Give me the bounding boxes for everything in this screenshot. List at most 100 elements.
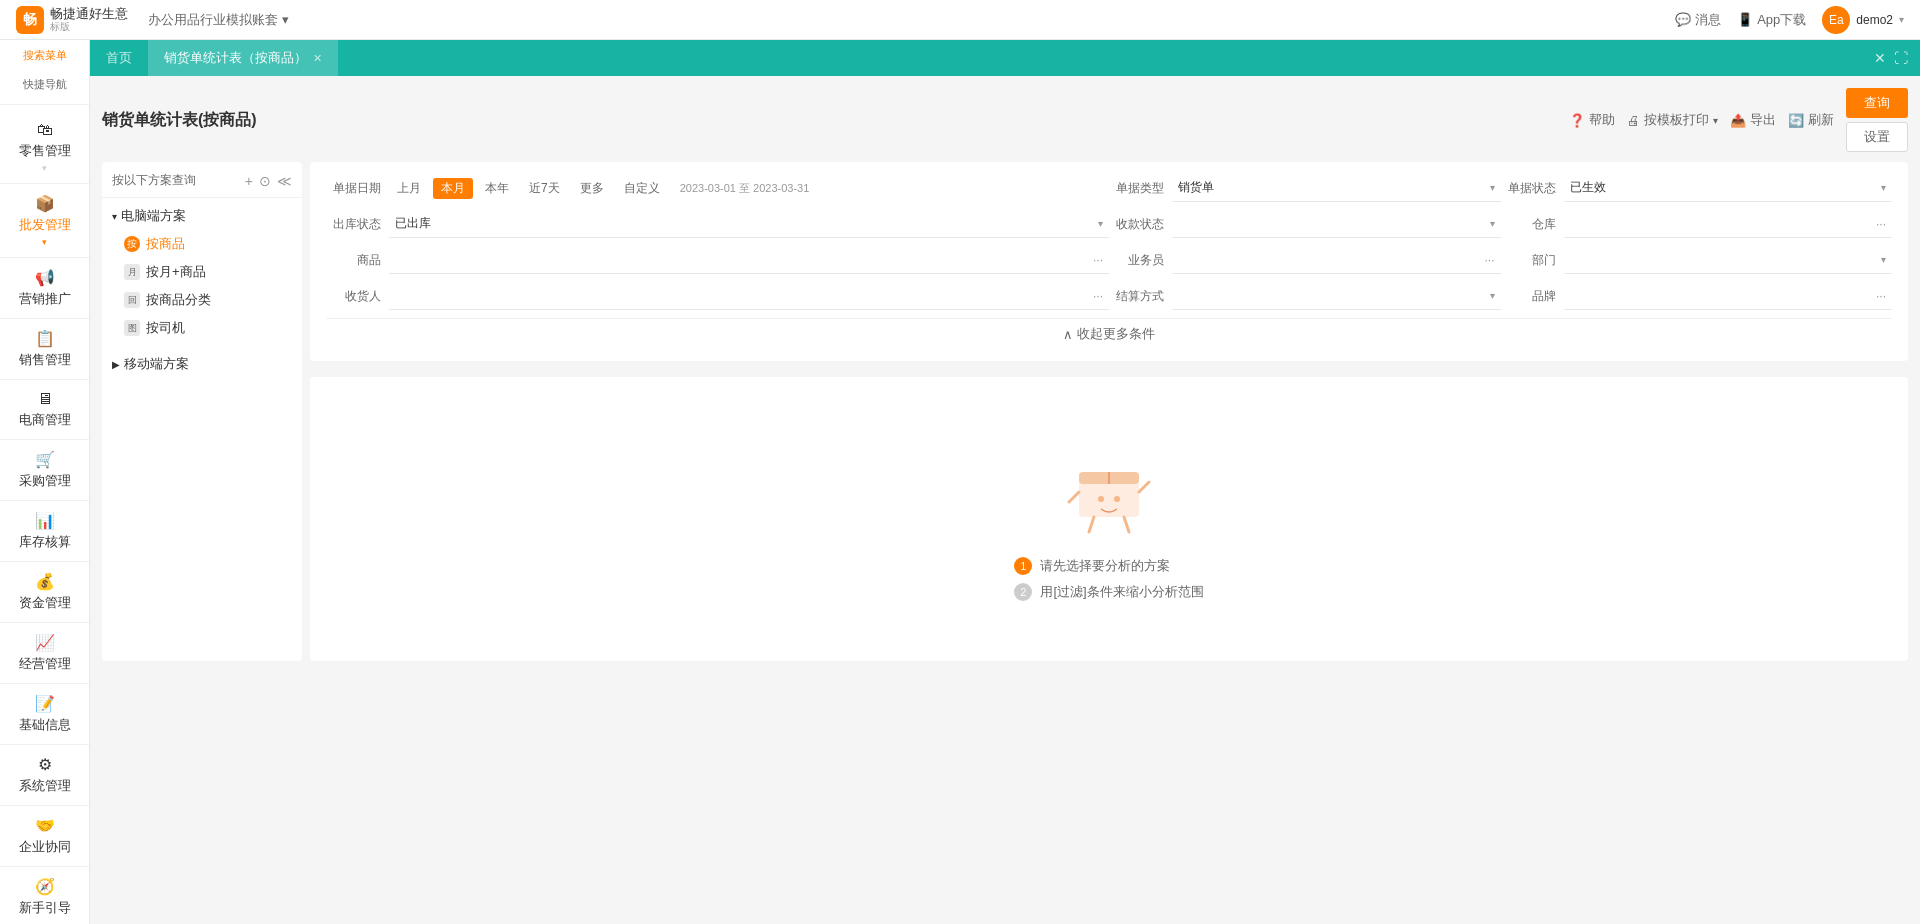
salesperson-ellipsis[interactable]: ··· [1484,253,1494,267]
date-tab-this-year[interactable]: 本年 [477,178,517,199]
tab-close-icon[interactable]: ✕ [313,52,322,65]
user-menu[interactable]: Ea demo2 ▾ [1822,6,1904,34]
tree-item-by-product[interactable]: 按 按商品 [102,230,302,258]
brand-value[interactable]: ··· [1564,282,1893,310]
out-status-value[interactable]: 已出库 ▾ [389,210,1109,238]
doc-status-value[interactable]: 已生效 ▾ [1564,174,1893,202]
sidebar-quick-nav[interactable]: 快捷导航 [0,71,89,98]
inventory-icon: 📊 [35,511,55,530]
brand-ellipsis[interactable]: ··· [1876,289,1886,303]
dept-value[interactable]: ▾ [1564,246,1893,274]
empty-tip-2-text: 用[过滤]条件来缩小分析范围 [1040,583,1203,601]
template-print-button[interactable]: 🖨 按模板打印 ▾ [1627,111,1718,129]
app-download-button[interactable]: 📱 App下载 [1737,11,1806,29]
left-panel: 按以下方案查询 + ⊙ ≪ ▾ 电脑端方案 按 [102,162,302,661]
svg-line-8 [1139,482,1149,492]
sidebar-item-basics[interactable]: 📝 基础信息 [0,684,89,745]
message-button[interactable]: 💬 消息 [1675,11,1721,29]
filter-cell-settlement: 结算方式 ▾ [1109,282,1501,310]
tree-item-by-driver[interactable]: 图 按司机 [102,314,302,342]
left-panel-title: 按以下方案查询 [112,172,196,189]
sidebar-item-marketing[interactable]: 📢 营销推广 [0,258,89,319]
sidebar-search[interactable]: 搜索菜单 [0,40,89,71]
wholesale-expand-icon: ▾ [42,237,47,247]
tree-parent-desktop[interactable]: ▾ 电脑端方案 [102,202,302,230]
collapse-filters-button[interactable]: ∧ 收起更多条件 [326,318,1892,349]
sidebar-item-guide[interactable]: 🧭 新手引导 [0,867,89,924]
sidebar: 搜索菜单 快捷导航 🛍 零售管理 ▾ 📦 批发管理 ▾ 📢 营销推广 📋 销售管… [0,40,90,924]
warehouse-label: 仓库 [1501,216,1556,233]
print-icon: 🖨 [1627,113,1640,128]
warehouse-ellipsis[interactable]: ··· [1876,217,1886,231]
filter-panel: 单据日期 上月 本月 本年 近7天 更多 自定义 2023-03-01 至 20… [310,162,1908,361]
recipient-label: 收货人 [326,288,381,305]
sidebar-item-ops[interactable]: 📈 经营管理 [0,623,89,684]
doc-type-dropdown-icon: ▾ [1490,182,1495,193]
sidebar-item-wholesale[interactable]: 📦 批发管理 ▾ [0,184,89,258]
add-scheme-icon[interactable]: + [245,173,253,189]
sidebar-item-inventory[interactable]: 📊 库存核算 [0,501,89,562]
tree-mobile-arrow: ▶ [112,359,120,370]
query-button[interactable]: 查询 [1846,88,1908,118]
date-tab-this-month[interactable]: 本月 [433,178,473,199]
export-button[interactable]: 📤 导出 [1730,111,1776,129]
recipient-value[interactable]: ··· [389,282,1109,310]
tab-sales-stat[interactable]: 销货单统计表（按商品） ✕ [148,40,338,76]
collapse-panel-icon[interactable]: ≪ [277,173,292,189]
tree-item-by-category[interactable]: 回 按商品分类 [102,286,302,314]
retail-expand-icon: ▾ [42,163,47,173]
svg-line-5 [1089,517,1094,532]
help-button[interactable]: ❓ 帮助 [1569,111,1615,129]
sidebar-item-collab[interactable]: 🤝 企业协同 [0,806,89,867]
settings-button[interactable]: 设置 [1846,122,1908,152]
filter-cell-date: 单据日期 上月 本月 本年 近7天 更多 自定义 2023-03-01 至 20… [326,178,1109,199]
sidebar-item-retail[interactable]: 🛍 零售管理 ▾ [0,111,89,184]
tree-item-by-month-product[interactable]: 月 按月+商品 [102,258,302,286]
doc-type-value[interactable]: 销货单 ▾ [1172,174,1501,202]
collect-status-value[interactable]: ▾ [1172,210,1501,238]
refresh-button[interactable]: 🔄 刷新 [1788,111,1834,129]
sidebar-item-sales[interactable]: 📋 销售管理 [0,319,89,380]
settlement-value[interactable]: ▾ [1172,282,1501,310]
settings-scheme-icon[interactable]: ⊙ [259,173,271,189]
product-ellipsis[interactable]: ··· [1093,253,1103,267]
sidebar-item-label-wholesale: 批发管理 [19,216,71,234]
settlement-dropdown-icon: ▾ [1490,290,1495,301]
avatar: Ea [1822,6,1850,34]
out-status-dropdown-icon: ▾ [1098,218,1103,229]
by-month-product-icon: 月 [124,264,140,280]
window-maximize-icon[interactable]: ⛶ [1894,50,1908,66]
by-driver-label: 按司机 [146,319,185,337]
date-tab-custom[interactable]: 自定义 [616,178,668,199]
date-tab-last-month[interactable]: 上月 [389,178,429,199]
salesperson-value[interactable]: ··· [1172,246,1501,274]
sidebar-item-system[interactable]: ⚙ 系统管理 [0,745,89,806]
workspace-selector[interactable]: 办公用品行业模拟账套 ▾ [148,11,289,29]
sidebar-item-ecommerce[interactable]: 🖥 电商管理 [0,380,89,440]
collect-status-dropdown-icon: ▾ [1490,218,1495,229]
recipient-ellipsis[interactable]: ··· [1093,289,1103,303]
tab-home[interactable]: 首页 [90,40,148,76]
svg-point-4 [1114,496,1120,502]
product-value[interactable]: ··· [389,246,1109,274]
purchase-icon: 🛒 [35,450,55,469]
right-panel: 单据日期 上月 本月 本年 近7天 更多 自定义 2023-03-01 至 20… [310,162,1908,661]
tab-bar: 首页 销货单统计表（按商品） ✕ ✕ ⛶ [90,40,1920,76]
date-tab-7days[interactable]: 近7天 [521,178,568,199]
left-panel-header: 按以下方案查询 + ⊙ ≪ [102,172,302,198]
date-tab-more[interactable]: 更多 [572,178,612,199]
doc-type-label: 单据类型 [1109,180,1164,197]
marketing-icon: 📢 [35,268,55,287]
date-range: 2023-03-01 至 2023-03-31 [680,181,810,196]
window-buttons: ✕ ⛶ [1874,50,1920,66]
tree-parent-mobile[interactable]: ▶ 移动端方案 [102,350,302,378]
window-close-icon[interactable]: ✕ [1874,50,1886,66]
message-icon: 💬 [1675,12,1691,27]
sidebar-item-purchase[interactable]: 🛒 采购管理 [0,440,89,501]
top-header: 畅 畅捷通好生意 标版 办公用品行业模拟账套 ▾ 💬 消息 📱 App下载 Ea… [0,0,1920,40]
warehouse-value[interactable]: ··· [1564,210,1893,238]
finance-icon: 💰 [35,572,55,591]
doc-type-text: 销货单 [1178,179,1214,196]
empty-tip-1: 1 请先选择要分析的方案 [1014,557,1203,575]
sidebar-item-finance[interactable]: 💰 资金管理 [0,562,89,623]
